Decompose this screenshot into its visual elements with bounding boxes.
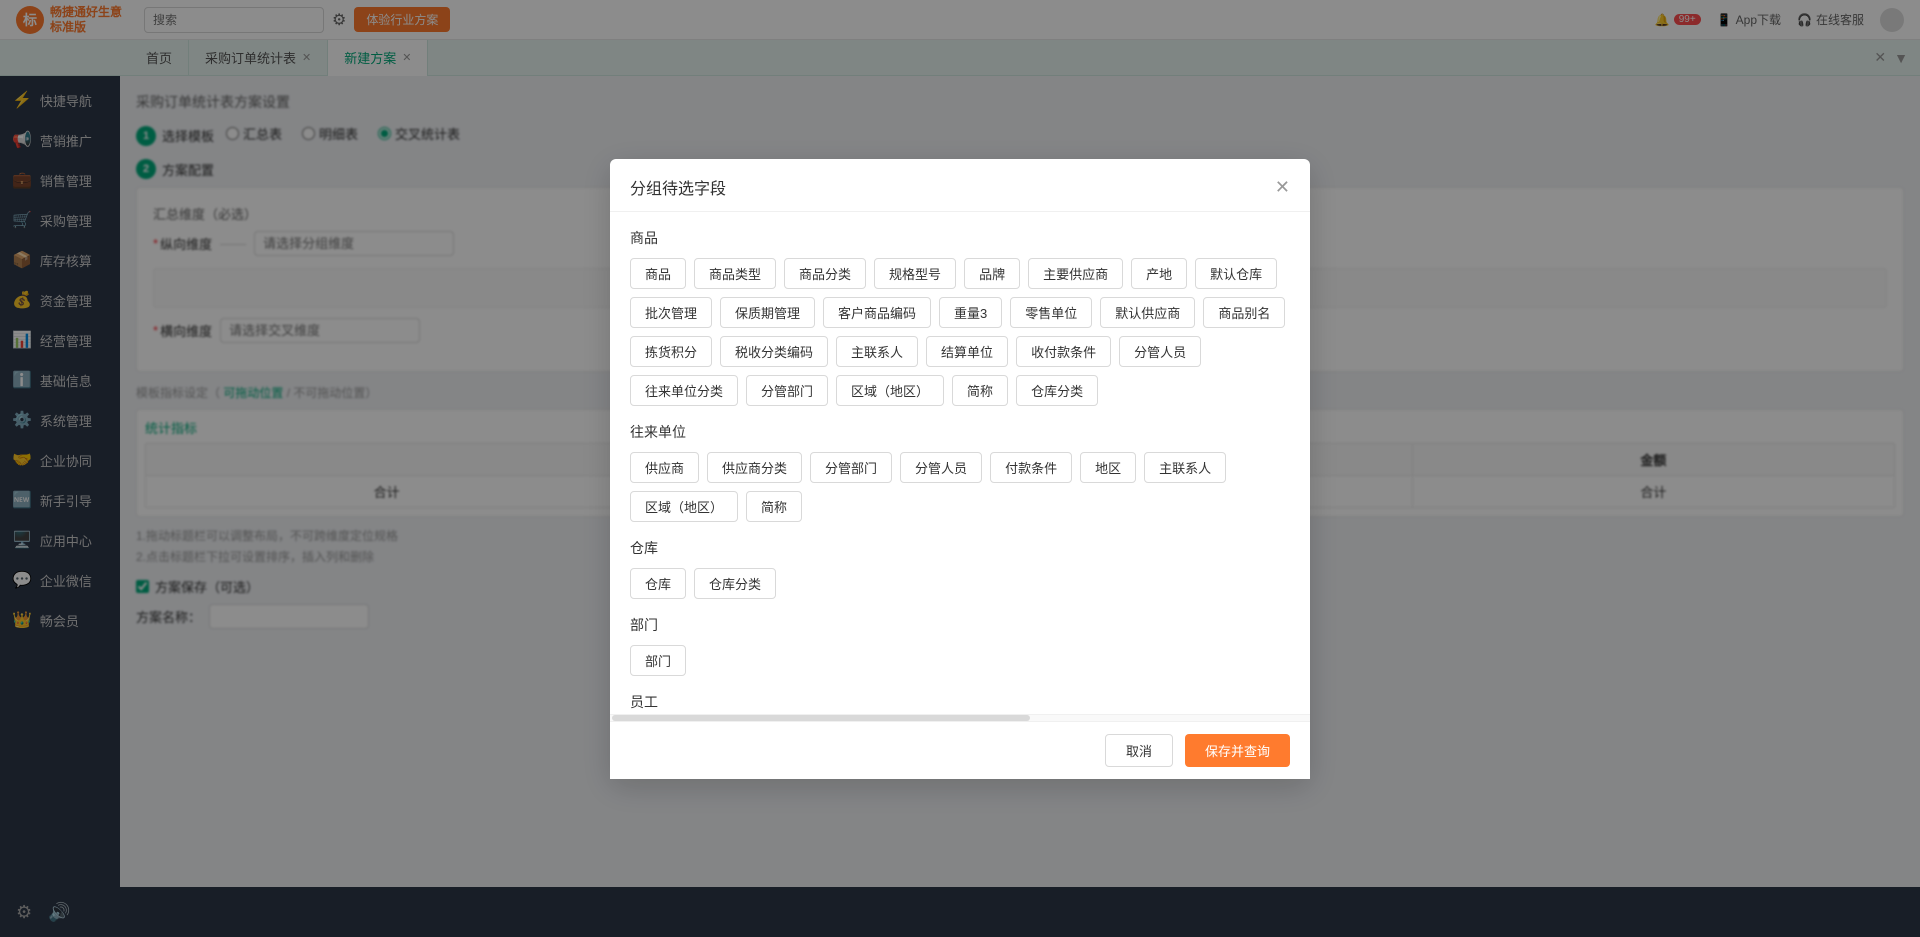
field-tag-0-12[interactable]: 零售单位 bbox=[1010, 297, 1092, 328]
field-tag-1-4[interactable]: 付款条件 bbox=[990, 452, 1072, 483]
field-tag-2-1[interactable]: 仓库分类 bbox=[694, 568, 776, 599]
field-tag-0-8[interactable]: 批次管理 bbox=[630, 297, 712, 328]
section-title-3: 部门 bbox=[630, 615, 1290, 635]
field-tag-0-22[interactable]: 分管部门 bbox=[746, 375, 828, 406]
field-tag-1-1[interactable]: 供应商分类 bbox=[707, 452, 802, 483]
confirm-btn[interactable]: 保存并查询 bbox=[1185, 734, 1290, 767]
modal-close-btn[interactable]: ✕ bbox=[1275, 178, 1290, 196]
field-tag-0-6[interactable]: 产地 bbox=[1131, 258, 1187, 289]
field-tag-1-2[interactable]: 分管部门 bbox=[810, 452, 892, 483]
field-tag-0-2[interactable]: 商品分类 bbox=[784, 258, 866, 289]
field-tag-1-5[interactable]: 地区 bbox=[1080, 452, 1136, 483]
field-tag-0-16[interactable]: 税收分类编码 bbox=[720, 336, 828, 367]
field-tag-0-25[interactable]: 仓库分类 bbox=[1016, 375, 1098, 406]
field-tag-0-11[interactable]: 重量3 bbox=[939, 297, 1002, 328]
field-tag-0-19[interactable]: 收付款条件 bbox=[1016, 336, 1111, 367]
field-tag-0-21[interactable]: 往来单位分类 bbox=[630, 375, 738, 406]
field-tag-3-0[interactable]: 部门 bbox=[630, 645, 686, 676]
field-tag-0-0[interactable]: 商品 bbox=[630, 258, 686, 289]
field-grid-3: 部门 bbox=[630, 645, 1290, 676]
modal-footer: 取消 保存并查询 bbox=[610, 721, 1310, 779]
cancel-btn[interactable]: 取消 bbox=[1105, 734, 1173, 767]
field-tag-0-4[interactable]: 品牌 bbox=[964, 258, 1020, 289]
modal-body: 商品商品商品类型商品分类规格型号品牌主要供应商产地默认仓库批次管理保质期管理客户… bbox=[610, 212, 1310, 714]
section-title-4: 员工 bbox=[630, 692, 1290, 712]
field-tag-1-0[interactable]: 供应商 bbox=[630, 452, 699, 483]
field-tag-1-3[interactable]: 分管人员 bbox=[900, 452, 982, 483]
modal: 分组待选字段 ✕ 商品商品商品类型商品分类规格型号品牌主要供应商产地默认仓库批次… bbox=[610, 159, 1310, 779]
modal-overlay: 分组待选字段 ✕ 商品商品商品类型商品分类规格型号品牌主要供应商产地默认仓库批次… bbox=[0, 0, 1920, 937]
field-tag-0-5[interactable]: 主要供应商 bbox=[1028, 258, 1123, 289]
field-tag-1-8[interactable]: 简称 bbox=[746, 491, 802, 522]
field-tag-0-15[interactable]: 拣货积分 bbox=[630, 336, 712, 367]
field-tag-2-0[interactable]: 仓库 bbox=[630, 568, 686, 599]
section-title-2: 仓库 bbox=[630, 538, 1290, 558]
field-tag-0-13[interactable]: 默认供应商 bbox=[1100, 297, 1195, 328]
field-tag-0-7[interactable]: 默认仓库 bbox=[1195, 258, 1277, 289]
field-tag-1-6[interactable]: 主联系人 bbox=[1144, 452, 1226, 483]
field-tag-0-1[interactable]: 商品类型 bbox=[694, 258, 776, 289]
field-grid-1: 供应商供应商分类分管部门分管人员付款条件地区主联系人区域（地区） 简称 bbox=[630, 452, 1290, 522]
field-grid-2: 仓库仓库分类 bbox=[630, 568, 1290, 599]
field-tag-0-18[interactable]: 结算单位 bbox=[926, 336, 1008, 367]
section-title-0: 商品 bbox=[630, 228, 1290, 248]
field-tag-0-17[interactable]: 主联系人 bbox=[836, 336, 918, 367]
field-tag-0-3[interactable]: 规格型号 bbox=[874, 258, 956, 289]
modal-header: 分组待选字段 ✕ bbox=[610, 159, 1310, 212]
field-tag-0-10[interactable]: 客户商品编码 bbox=[823, 297, 931, 328]
field-tag-0-23[interactable]: 区域（地区） bbox=[836, 375, 944, 406]
field-tag-0-14[interactable]: 商品别名 bbox=[1203, 297, 1285, 328]
field-tag-1-7[interactable]: 区域（地区） bbox=[630, 491, 738, 522]
field-tag-0-20[interactable]: 分管人员 bbox=[1119, 336, 1201, 367]
field-tag-0-24[interactable]: 简称 bbox=[952, 375, 1008, 406]
field-tag-0-9[interactable]: 保质期管理 bbox=[720, 297, 815, 328]
modal-title: 分组待选字段 bbox=[630, 175, 726, 199]
modal-hscroll bbox=[610, 714, 1310, 721]
section-title-1: 往来单位 bbox=[630, 422, 1290, 442]
field-grid-0: 商品商品类型商品分类规格型号品牌主要供应商产地默认仓库批次管理保质期管理客户商品… bbox=[630, 258, 1290, 406]
